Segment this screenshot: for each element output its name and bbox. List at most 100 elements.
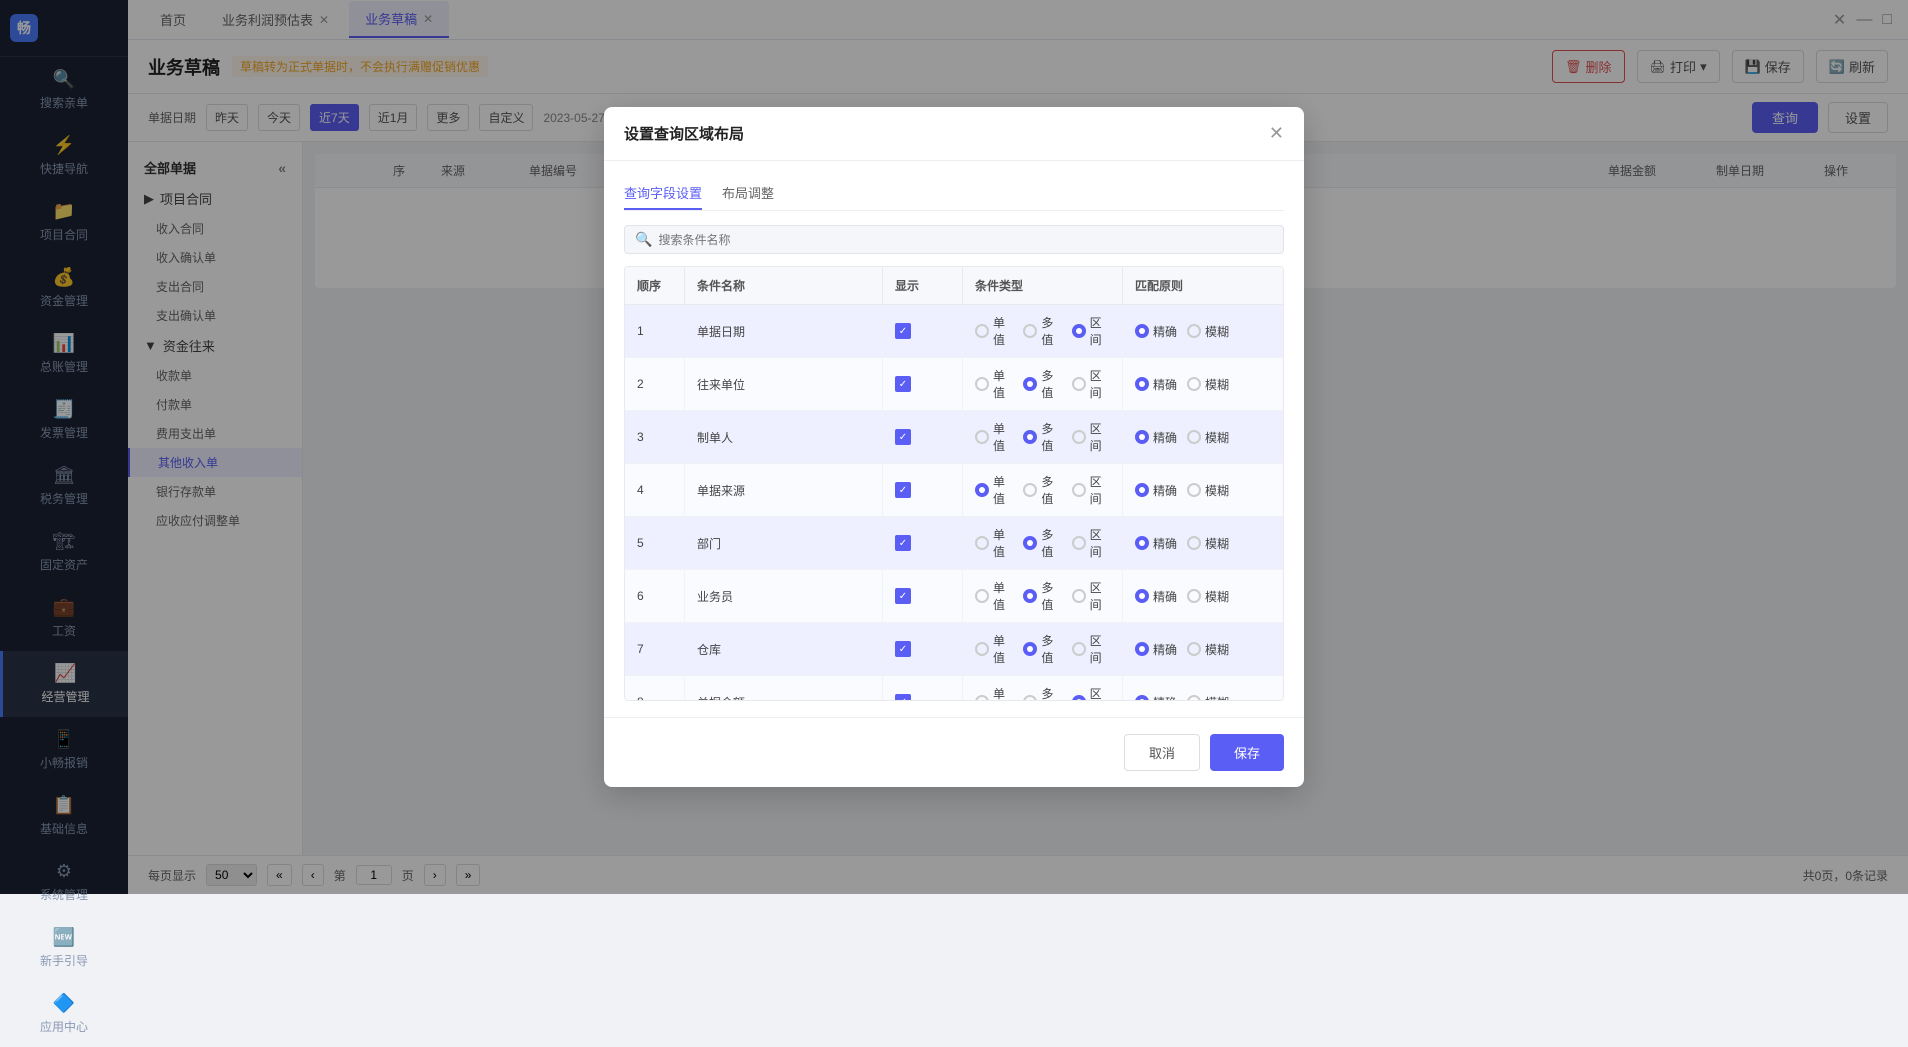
radio-multi-7[interactable]: 多值	[1023, 632, 1061, 666]
col-match: 匹配原则	[1123, 267, 1283, 304]
radio-exact-4[interactable]: 精确	[1135, 482, 1177, 499]
table-row: 7 仓库 ✓ 单值 多值 区间 精确	[625, 623, 1283, 676]
cell-show-4[interactable]: ✓	[883, 464, 963, 516]
modal-close-btn[interactable]: ✕	[1269, 123, 1284, 144]
cell-name-7: 仓库	[685, 623, 883, 675]
save-modal-button[interactable]: 保存	[1210, 734, 1284, 771]
radio-range-2[interactable]: 区间	[1072, 367, 1110, 401]
cell-name-4: 单据来源	[685, 464, 883, 516]
cancel-button[interactable]: 取消	[1124, 734, 1200, 771]
modal-table-header: 顺序 条件名称 显示 条件类型 匹配原则	[625, 267, 1283, 305]
modal-title: 设置查询区域布局	[624, 123, 744, 144]
cell-show-1[interactable]: ✓	[883, 305, 963, 357]
cell-show-8[interactable]: ✓	[883, 676, 963, 701]
cell-name-1: 单据日期	[685, 305, 883, 357]
radio-fuzzy-5[interactable]: 模糊	[1187, 535, 1229, 552]
newguide-icon: 🆕	[53, 927, 75, 948]
radio-fuzzy-2[interactable]: 模糊	[1187, 376, 1229, 393]
appstore-icon: 🔷	[53, 993, 75, 1014]
radio-single-3[interactable]: 单值	[975, 420, 1013, 454]
radio-multi-8[interactable]: 多值	[1023, 685, 1061, 701]
cell-type-3: 单值 多值 区间	[963, 411, 1123, 463]
radio-single-1[interactable]: 单值	[975, 314, 1013, 348]
table-row: 3 制单人 ✓ 单值 多值 区间 精确	[625, 411, 1283, 464]
sidebar-item-label: 应用中心	[40, 1018, 88, 1035]
checkbox-1[interactable]: ✓	[895, 323, 911, 339]
radio-fuzzy-7[interactable]: 模糊	[1187, 641, 1229, 658]
checkbox-7[interactable]: ✓	[895, 641, 911, 657]
col-order: 顺序	[625, 267, 685, 304]
radio-fuzzy-3[interactable]: 模糊	[1187, 429, 1229, 446]
radio-exact-3[interactable]: 精确	[1135, 429, 1177, 446]
modal-overlay[interactable]: 设置查询区域布局 ✕ 查询字段设置 布局调整 🔍 顺序 条件名称 显示	[0, 0, 1908, 894]
radio-single-6[interactable]: 单值	[975, 579, 1013, 613]
cell-type-1: 单值 多值 区间	[963, 305, 1123, 357]
search-icon: 🔍	[635, 231, 652, 248]
radio-multi-4[interactable]: 多值	[1023, 473, 1061, 507]
radio-single-5[interactable]: 单值	[975, 526, 1013, 560]
modal-tabs: 查询字段设置 布局调整	[624, 177, 1284, 211]
cell-order-7: 7	[625, 623, 685, 675]
radio-fuzzy-6[interactable]: 模糊	[1187, 588, 1229, 605]
cell-match-6: 精确 模糊	[1123, 570, 1283, 622]
cell-order-8: 8	[625, 676, 685, 701]
cell-show-7[interactable]: ✓	[883, 623, 963, 675]
radio-range-7[interactable]: 区间	[1072, 632, 1110, 666]
cell-show-5[interactable]: ✓	[883, 517, 963, 569]
cell-type-8: 单值 多值 区间	[963, 676, 1123, 701]
modal-tab-fields[interactable]: 查询字段设置	[624, 177, 702, 210]
checkbox-6[interactable]: ✓	[895, 588, 911, 604]
checkbox-3[interactable]: ✓	[895, 429, 911, 445]
checkbox-8[interactable]: ✓	[895, 694, 911, 701]
radio-fuzzy-1[interactable]: 模糊	[1187, 323, 1229, 340]
radio-exact-2[interactable]: 精确	[1135, 376, 1177, 393]
radio-exact-1[interactable]: 精确	[1135, 323, 1177, 340]
cell-match-1: 精确 模糊	[1123, 305, 1283, 357]
modal-search: 🔍	[624, 225, 1284, 254]
radio-multi-2[interactable]: 多值	[1023, 367, 1061, 401]
radio-single-4[interactable]: 单值	[975, 473, 1013, 507]
radio-exact-5[interactable]: 精确	[1135, 535, 1177, 552]
radio-range-4[interactable]: 区间	[1072, 473, 1110, 507]
modal: 设置查询区域布局 ✕ 查询字段设置 布局调整 🔍 顺序 条件名称 显示	[604, 107, 1304, 787]
radio-range-6[interactable]: 区间	[1072, 579, 1110, 613]
radio-single-8[interactable]: 单值	[975, 685, 1013, 701]
cell-show-6[interactable]: ✓	[883, 570, 963, 622]
modal-header: 设置查询区域布局 ✕	[604, 107, 1304, 161]
sidebar-item-newguide[interactable]: 🆕 新手引导	[0, 915, 128, 981]
sidebar-item-appstore[interactable]: 🔷 应用中心	[0, 981, 128, 1047]
col-show: 显示	[883, 267, 963, 304]
radio-fuzzy-8[interactable]: 模糊	[1187, 694, 1229, 702]
cell-show-3[interactable]: ✓	[883, 411, 963, 463]
cell-type-7: 单值 多值 区间	[963, 623, 1123, 675]
cell-show-2[interactable]: ✓	[883, 358, 963, 410]
radio-multi-1[interactable]: 多值	[1023, 314, 1061, 348]
table-row: 5 部门 ✓ 单值 多值 区间 精确	[625, 517, 1283, 570]
modal-tab-layout[interactable]: 布局调整	[722, 177, 774, 210]
radio-multi-6[interactable]: 多值	[1023, 579, 1061, 613]
sidebar-item-label: 新手引导	[40, 952, 88, 969]
radio-range-3[interactable]: 区间	[1072, 420, 1110, 454]
modal-search-input[interactable]	[658, 233, 1273, 247]
radio-single-7[interactable]: 单值	[975, 632, 1013, 666]
cell-match-8: 精确 模糊	[1123, 676, 1283, 701]
cell-type-5: 单值 多值 区间	[963, 517, 1123, 569]
cell-name-5: 部门	[685, 517, 883, 569]
checkbox-5[interactable]: ✓	[895, 535, 911, 551]
cell-match-7: 精确 模糊	[1123, 623, 1283, 675]
radio-fuzzy-4[interactable]: 模糊	[1187, 482, 1229, 499]
radio-exact-8[interactable]: 精确	[1135, 694, 1177, 702]
radio-range-5[interactable]: 区间	[1072, 526, 1110, 560]
radio-multi-3[interactable]: 多值	[1023, 420, 1061, 454]
radio-single-2[interactable]: 单值	[975, 367, 1013, 401]
checkbox-2[interactable]: ✓	[895, 376, 911, 392]
radio-multi-5[interactable]: 多值	[1023, 526, 1061, 560]
table-row: 1 单据日期 ✓ 单值 多值 区间 精确	[625, 305, 1283, 358]
table-row: 6 业务员 ✓ 单值 多值 区间 精确	[625, 570, 1283, 623]
cell-order-2: 2	[625, 358, 685, 410]
radio-exact-7[interactable]: 精确	[1135, 641, 1177, 658]
radio-exact-6[interactable]: 精确	[1135, 588, 1177, 605]
checkbox-4[interactable]: ✓	[895, 482, 911, 498]
radio-range-8[interactable]: 区间	[1072, 685, 1110, 701]
radio-range-1[interactable]: 区间	[1072, 314, 1110, 348]
